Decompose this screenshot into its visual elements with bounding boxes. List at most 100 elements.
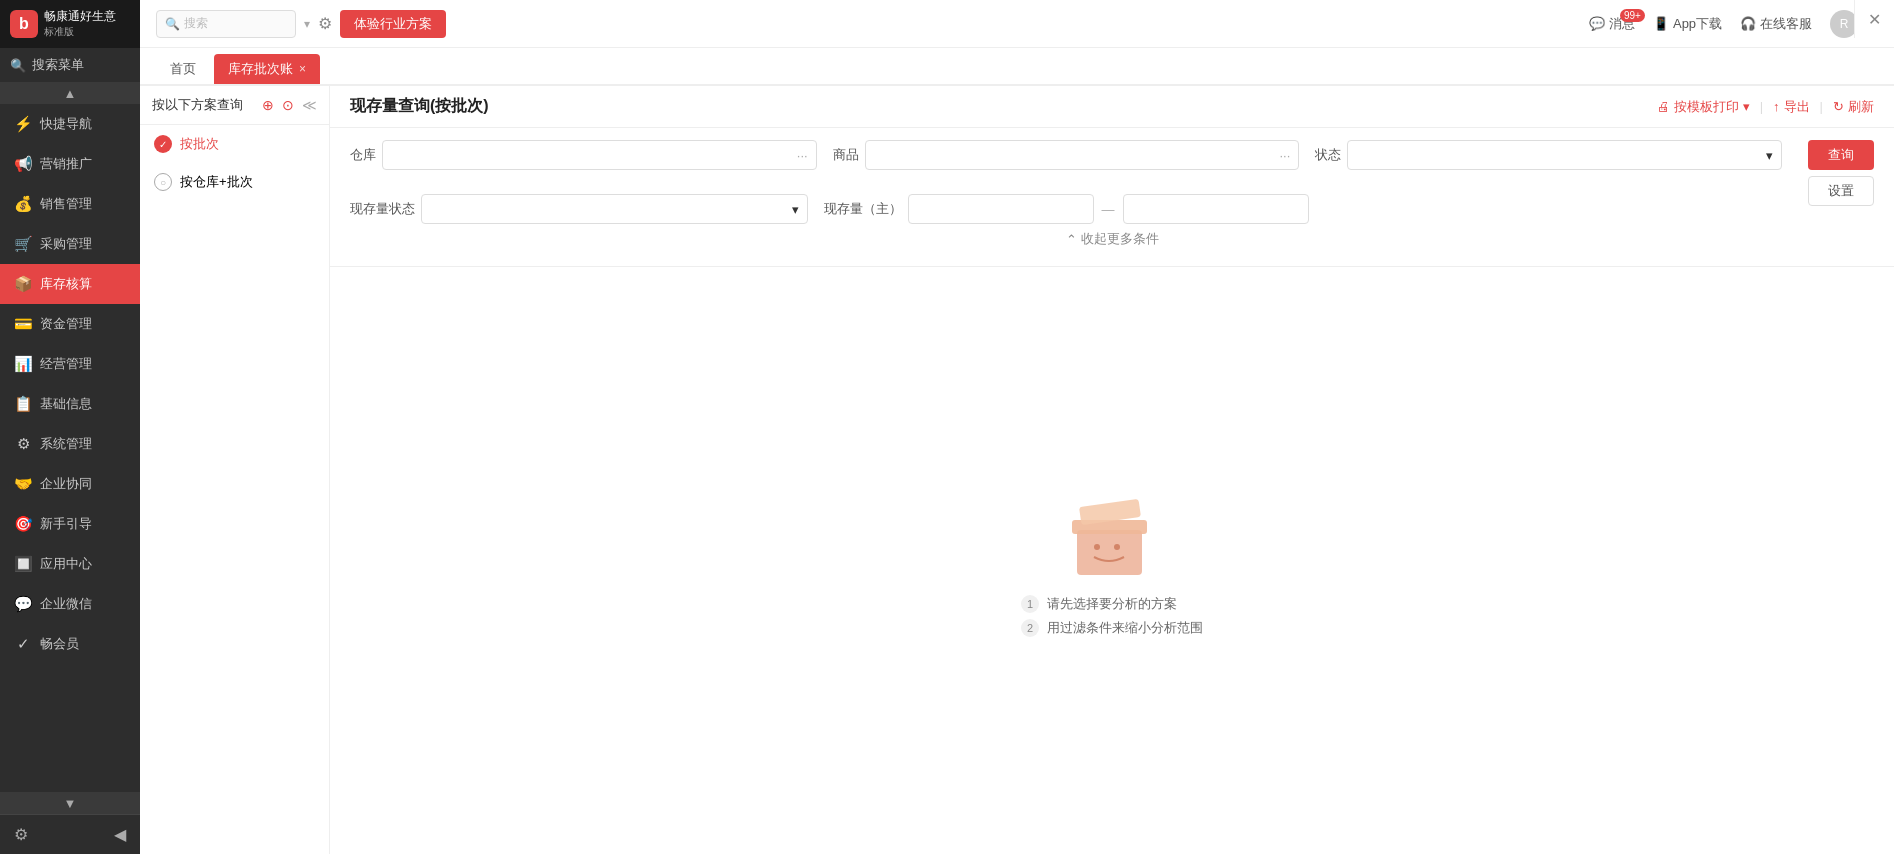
scheme-by-warehouse-batch[interactable]: ○ 按仓库+批次 [140,163,329,201]
step-2-text: 用过滤条件来缩小分析范围 [1047,619,1203,637]
settings-scheme-icon[interactable]: ⊙ [282,97,294,113]
status-dropdown-icon: ▾ [1766,148,1773,163]
system-icon: ⚙ [14,435,32,453]
settings-button[interactable]: 设置 [1808,176,1874,206]
stock-status-select[interactable]: ▾ [421,194,808,224]
sidebar-item-label: 基础信息 [40,395,92,413]
sidebar-item-collab[interactable]: 🤝 企业协同 [0,464,140,504]
panel-close-button[interactable]: ✕ [1854,0,1894,38]
sidebar-item-quick-nav[interactable]: ⚡ 快捷导航 [0,104,140,144]
sidebar-scroll-down[interactable]: ▼ [0,792,140,814]
sidebar-item-newbie[interactable]: 🎯 新手引导 [0,504,140,544]
sales-icon: 💰 [14,195,32,213]
sidebar-collapse-icon[interactable]: ◀ [114,825,126,844]
sidebar-footer: ⚙ ◀ [0,814,140,854]
messages-action[interactable]: 💬 消息 99+ [1589,15,1635,33]
sidebar-item-business[interactable]: 📊 经营管理 [0,344,140,384]
tab-close-icon[interactable]: × [299,62,306,76]
sidebar-item-label: 快捷导航 [40,115,92,133]
stock-amount-filter: 现存量（主） — [824,194,1309,224]
online-service-action[interactable]: 🎧 在线客服 [1740,15,1812,33]
app-download-icon: 📱 [1653,16,1669,31]
sidebar-item-finance[interactable]: 💳 资金管理 [0,304,140,344]
empty-steps: 1 请先选择要分析的方案 2 用过滤条件来缩小分析范围 [1021,595,1203,637]
product-input[interactable]: ··· [865,140,1300,170]
sidebar-item-inventory[interactable]: 📦 库存核算 [0,264,140,304]
left-panel-title: 按以下方案查询 [152,96,243,114]
sidebar-item-label: 畅会员 [40,635,79,653]
sidebar-item-label: 资金管理 [40,315,92,333]
action-separator2: | [1820,99,1823,114]
tab-bar: 首页 库存批次账 × ✕ [140,48,1894,86]
sidebar-scroll-up[interactable]: ▲ [0,82,140,104]
sidebar-settings-icon[interactable]: ⚙ [14,825,28,844]
collapse-panel-icon[interactable]: ≪ [302,97,317,113]
sidebar-item-appstore[interactable]: 🔲 应用中心 [0,544,140,584]
query-settings-col: 查询 设置 [1808,140,1874,206]
refresh-button[interactable]: ↻ 刷新 [1833,98,1874,116]
inventory-icon: 📦 [14,275,32,293]
sidebar-item-system[interactable]: ⚙ 系统管理 [0,424,140,464]
status-select[interactable]: ▾ [1347,140,1782,170]
export-label: 导出 [1784,98,1810,116]
product-filter: 商品 ··· [833,140,1300,170]
export-icon: ↑ [1773,99,1780,114]
stock-status-label: 现存量状态 [350,200,415,218]
topbar-right: 💬 消息 99+ 📱 App下载 🎧 在线客服 R Rit [1589,10,1878,38]
refresh-label: 刷新 [1848,98,1874,116]
svg-point-4 [1114,544,1120,550]
newbie-icon: 🎯 [14,515,32,533]
sidebar-item-label: 新手引导 [40,515,92,533]
topbar-search-box[interactable]: 🔍 搜索 [156,10,296,38]
topbar-dropdown-icon[interactable]: ▾ [304,17,310,31]
tab-inventory-batch[interactable]: 库存批次账 × [214,54,320,84]
step-num-2: 2 [1021,619,1039,637]
business-icon: 📊 [14,355,32,373]
sidebar-edition: 标准版 [44,25,116,39]
content-wrapper: 按以下方案查询 ⊕ ⊙ ≪ ✓ 按批次 ○ 按仓库+批次 现存量查询(按批次) [140,86,1894,854]
print-button[interactable]: 🖨 按模板打印 ▾ [1657,98,1750,116]
sidebar: b 畅康通好生意 标准版 🔍 搜索菜单 ▲ ⚡ 快捷导航 📢 营销推广 💰 销售… [0,0,140,854]
stock-amount-label: 现存量（主） [824,200,902,218]
page-title-bar: 现存量查询(按批次) 🖨 按模板打印 ▾ | ↑ 导出 | ↻ [330,86,1894,128]
stock-amount-from[interactable] [908,194,1094,224]
collab-icon: 🤝 [14,475,32,493]
scheme-active-dot: ✓ [154,135,172,153]
app-download-label: App下载 [1673,15,1722,33]
wechat-icon: 💬 [14,595,32,613]
svg-point-3 [1094,544,1100,550]
collapse-more-conditions[interactable]: ⌃ 收起更多条件 [350,224,1874,254]
warehouse-input[interactable]: ··· [382,140,817,170]
sidebar-item-label: 采购管理 [40,235,92,253]
empty-state: 1 请先选择要分析的方案 2 用过滤条件来缩小分析范围 [330,267,1894,854]
sidebar-item-label: 库存核算 [40,275,92,293]
app-download-action[interactable]: 📱 App下载 [1653,15,1722,33]
export-button[interactable]: ↑ 导出 [1773,98,1810,116]
page-title: 现存量查询(按批次) [350,96,489,117]
main-area: 🔍 搜索 ▾ ⚙ 体验行业方案 💬 消息 99+ 📱 App下载 🎧 在线客服 [140,0,1894,854]
left-panel: 按以下方案查询 ⊕ ⊙ ≪ ✓ 按批次 ○ 按仓库+批次 [140,86,330,854]
topbar-gear-icon[interactable]: ⚙ [318,14,332,33]
chevron-up-icon: ⌃ [1066,232,1077,247]
sidebar-item-marketing[interactable]: 📢 营销推广 [0,144,140,184]
sidebar-item-sales[interactable]: 💰 销售管理 [0,184,140,224]
tab-home[interactable]: 首页 [156,54,210,84]
sidebar-brand-name: 畅康通好生意 [44,9,116,25]
sidebar-header: b 畅康通好生意 标准版 [0,0,140,48]
scheme-by-batch[interactable]: ✓ 按批次 [140,125,329,163]
sidebar-item-purchase[interactable]: 🛒 采购管理 [0,224,140,264]
sidebar-item-wechat[interactable]: 💬 企业微信 [0,584,140,624]
query-button[interactable]: 查询 [1808,140,1874,170]
sidebar-item-label: 营销推广 [40,155,92,173]
stock-amount-to[interactable] [1123,194,1309,224]
add-scheme-icon[interactable]: ⊕ [262,97,274,113]
stock-status-filter: 现存量状态 ▾ [350,194,808,224]
sidebar-item-label: 企业协同 [40,475,92,493]
sidebar-item-basic[interactable]: 📋 基础信息 [0,384,140,424]
experience-button[interactable]: 体验行业方案 [340,10,446,38]
status-label: 状态 [1315,146,1341,164]
sidebar-search[interactable]: 🔍 搜索菜单 [0,48,140,82]
stock-amount-dash: — [1098,202,1119,217]
sidebar-item-vip[interactable]: ✓ 畅会员 [0,624,140,664]
sidebar-item-label: 销售管理 [40,195,92,213]
